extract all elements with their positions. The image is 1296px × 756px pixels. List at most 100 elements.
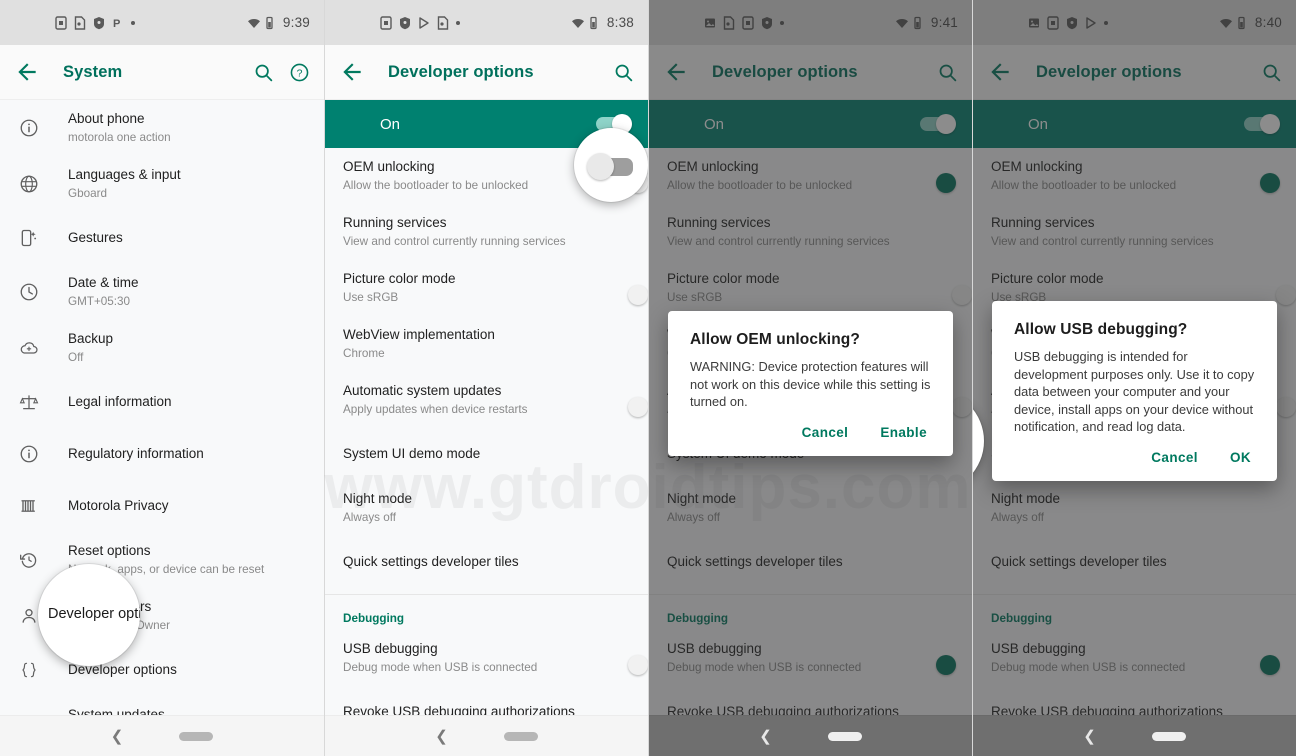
dot-icon: [131, 20, 135, 25]
app-bar-actions: [613, 62, 634, 83]
list-item-usb-debugging[interactable]: USB debugging Debug mode when USB is conn…: [325, 630, 648, 686]
list-item-subtitle: Apply updates when device restarts: [343, 403, 528, 416]
nav-back-icon[interactable]: ❮: [1083, 729, 1096, 744]
globe-icon: [18, 174, 40, 194]
list-item-webview-implementation[interactable]: WebView implementation Chrome: [325, 316, 648, 372]
cancel-button[interactable]: Cancel: [1151, 450, 1198, 465]
nav-home-pill[interactable]: [179, 731, 214, 741]
list-item-automatic-system-updates[interactable]: Automatic system updates Apply updates wh…: [325, 372, 648, 428]
list-item-picture-color-mode[interactable]: Picture color mode Use sRGB: [325, 260, 648, 316]
navigation-bar: ❮: [0, 715, 324, 756]
app-bar: System ?: [0, 45, 324, 100]
list-item[interactable]: Legal information: [0, 376, 324, 428]
section-divider: [325, 594, 648, 595]
nav-back-icon[interactable]: ❮: [759, 729, 772, 744]
settings-list: About phone motorola one action Languages…: [0, 100, 324, 752]
status-time: 9:39: [282, 15, 310, 30]
reset-icon: [18, 550, 40, 570]
navigation-bar: ❮: [325, 715, 648, 756]
info-icon: [18, 118, 40, 138]
list-item-title: Regulatory information: [68, 446, 204, 461]
wifi-icon: [247, 16, 260, 30]
list-item[interactable]: Backup Off: [0, 320, 324, 376]
list-item-title: Picture color mode: [343, 271, 456, 286]
info-icon: [18, 444, 40, 464]
nav-back-icon[interactable]: ❮: [111, 729, 124, 744]
list-item-title: Gestures: [68, 230, 123, 245]
search-icon[interactable]: [253, 62, 274, 83]
nav-home-pill[interactable]: [503, 731, 538, 741]
nav-home-pill[interactable]: [827, 731, 862, 741]
panel-developer-options: 8:38 Developer options On OEM unlocking A…: [324, 0, 648, 756]
panel-system-settings: P 9:39 System ? About phone motorola one …: [0, 0, 324, 756]
list-item[interactable]: Date & time GMT+05:30: [0, 264, 324, 320]
list-item-title: System UI demo mode: [343, 446, 481, 461]
list-item[interactable]: About phone motorola one action: [0, 100, 324, 156]
list-item-night-mode[interactable]: Night mode Always off: [325, 480, 648, 536]
back-arrow-icon[interactable]: [14, 59, 40, 85]
dialog-body: USB debugging is intended for developmen…: [1014, 349, 1255, 434]
page-title: System: [63, 62, 123, 81]
back-arrow-icon[interactable]: [339, 59, 365, 85]
list-item[interactable]: Motorola Privacy: [0, 480, 324, 532]
list-item-subtitle: Chrome: [343, 347, 385, 360]
list-item-system-ui-demo-mode[interactable]: System UI demo mode: [325, 428, 648, 480]
panel-oem-unlock-dialog: 9:41 Developer options On OEM unlockingA…: [648, 0, 972, 756]
list-item-title: Night mode: [343, 491, 413, 506]
sim-icon: [55, 15, 67, 30]
list-item-quick-settings-tiles[interactable]: Quick settings developer tiles: [325, 536, 648, 588]
panel-usb-debug-dialog: 8:40 Developer options On OEM unlockingA…: [972, 0, 1296, 756]
dialog-actions: Cancel Enable: [690, 425, 931, 450]
master-toggle-label: On: [380, 115, 401, 133]
magnified-oem-switch: [587, 153, 633, 180]
wifi-icon: [571, 16, 584, 30]
dialog-title: Allow OEM unlocking?: [690, 331, 860, 348]
list-item[interactable]: Languages & input Gboard: [0, 156, 324, 212]
nav-home-pill[interactable]: [1151, 731, 1186, 741]
list-item[interactable]: Gestures: [0, 212, 324, 264]
gestures-icon: [18, 228, 40, 248]
oem-unlock-dialog: Allow OEM unlocking? WARNING: Device pro…: [668, 311, 953, 456]
parking-icon: P: [112, 16, 124, 30]
battery-icon: [265, 16, 277, 30]
dot-icon: [456, 20, 460, 25]
list-item-title: Automatic system updates: [343, 383, 502, 398]
list-item[interactable]: Regulatory information: [0, 428, 324, 480]
app-bar: Developer options: [325, 45, 648, 100]
list-item-subtitle: Gboard: [68, 187, 107, 200]
dialog-body: WARNING: Device protection features will…: [690, 359, 931, 409]
list-item[interactable]: Reset options Network, apps, or device ca…: [0, 532, 324, 588]
list-item-title: About phone: [68, 111, 145, 126]
list-item-subtitle: motorola one action: [68, 131, 171, 144]
status-icons-right: 9:39: [247, 15, 310, 30]
cloud-icon: [18, 338, 40, 358]
status-icons-left: P: [55, 15, 135, 30]
status-bar: P 9:39: [0, 0, 324, 45]
ok-button[interactable]: OK: [1230, 450, 1251, 465]
list-item-title: WebView implementation: [343, 327, 495, 342]
search-icon[interactable]: [613, 62, 634, 83]
list-item-title: Quick settings developer tiles: [343, 554, 519, 569]
navigation-bar: ❮: [649, 715, 972, 756]
sidebar-item-developer-options[interactable]: Developer options: [0, 644, 324, 696]
usb-debugging-dialog: Allow USB debugging? USB debugging is in…: [992, 301, 1277, 481]
list-item-title: Reset options: [68, 543, 151, 558]
help-icon[interactable]: ?: [289, 62, 310, 83]
app-bar-actions: ?: [253, 62, 310, 83]
braces-icon: [18, 660, 40, 680]
list-item-subtitle: Off: [68, 351, 84, 364]
status-time: 8:38: [606, 15, 634, 30]
enable-button[interactable]: Enable: [880, 425, 927, 440]
list-item-title: USB debugging: [343, 641, 438, 656]
privacy-icon: [18, 496, 40, 516]
nav-back-icon[interactable]: ❮: [435, 729, 448, 744]
list-item-title: Backup: [68, 331, 114, 346]
list-item-running-services[interactable]: Running services View and control current…: [325, 204, 648, 260]
list-item-subtitle: Always off: [343, 511, 397, 524]
cancel-button[interactable]: Cancel: [802, 425, 849, 440]
list-item-title: Motorola Privacy: [68, 498, 169, 513]
list-item-title: Date & time: [68, 275, 139, 290]
dialog-actions: Cancel OK: [1014, 450, 1255, 475]
play-icon: [418, 16, 430, 30]
dialog-title: Allow USB debugging?: [1014, 321, 1188, 338]
